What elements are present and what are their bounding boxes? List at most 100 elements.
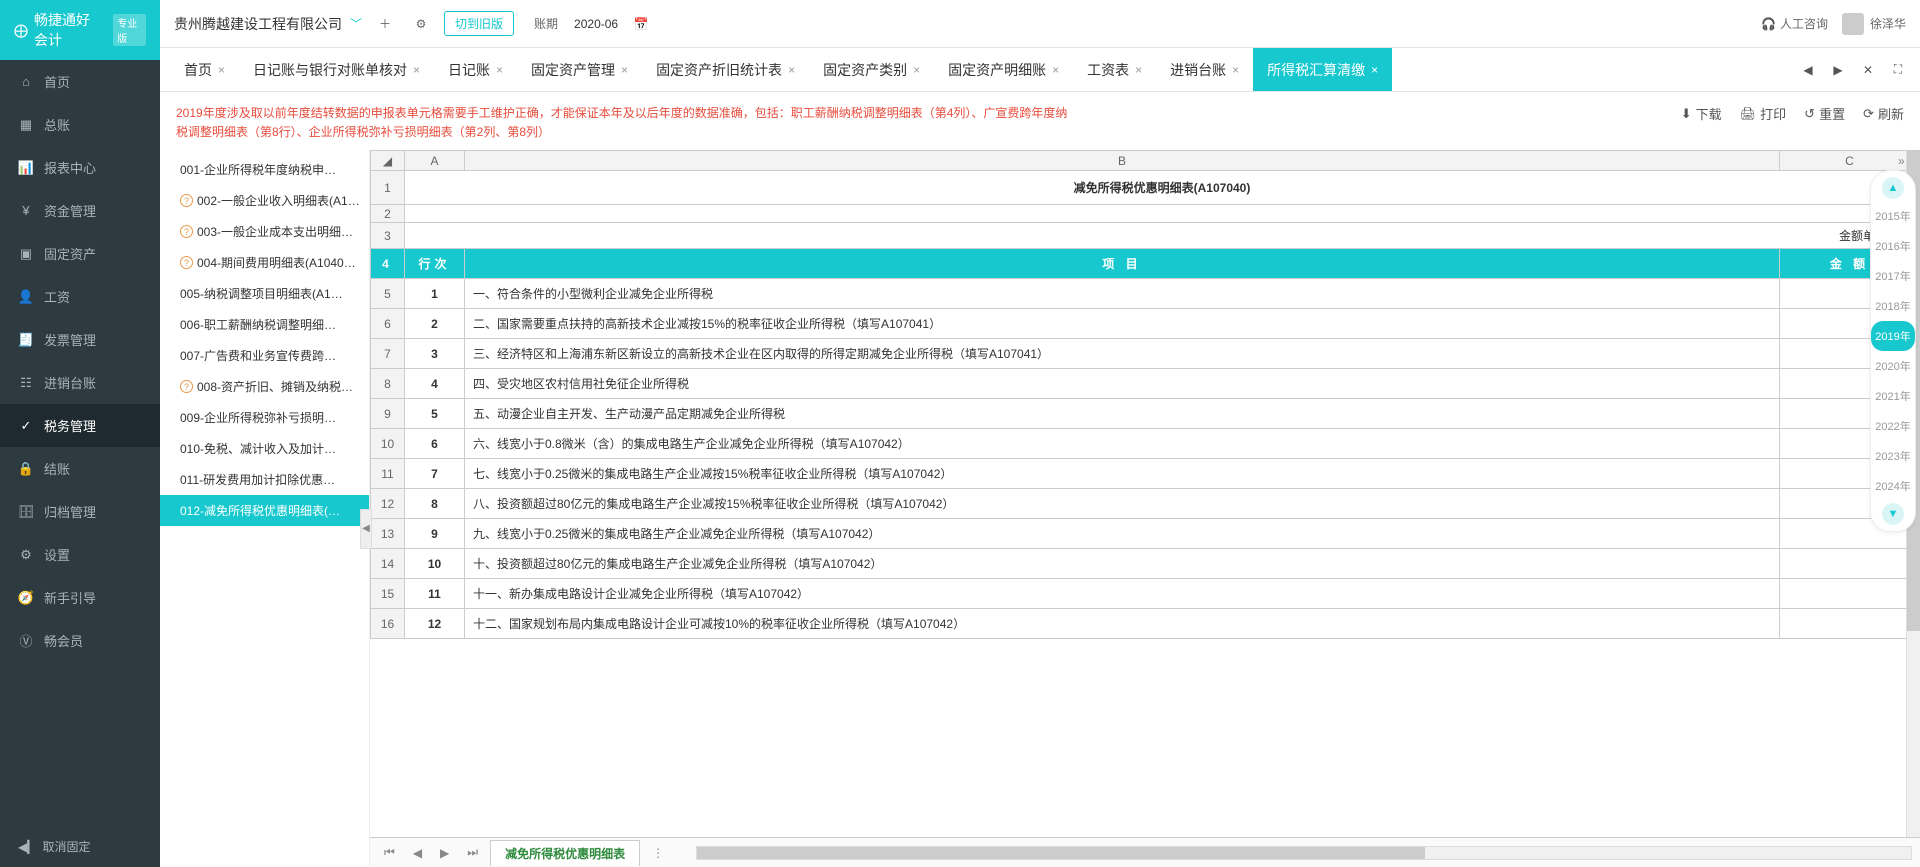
amount-cell[interactable] bbox=[1780, 549, 1920, 579]
year-up-icon[interactable]: ▲ bbox=[1882, 177, 1904, 199]
sidebar-item[interactable]: ▦总账 bbox=[0, 103, 160, 146]
tree-item[interactable]: 012-减免所得税优惠明细表(… bbox=[160, 495, 369, 526]
year-item[interactable]: 2015年 bbox=[1871, 201, 1915, 231]
switch-old-button[interactable]: 切到旧版 bbox=[444, 11, 514, 36]
year-item[interactable]: 2024年 bbox=[1871, 471, 1915, 501]
sheet-first-icon[interactable]: ⏮ bbox=[378, 843, 401, 862]
sidebar-item[interactable]: ☷进销台账 bbox=[0, 361, 160, 404]
sidebar-item[interactable]: 👤工资 bbox=[0, 275, 160, 318]
close-icon[interactable]: × bbox=[788, 63, 795, 77]
sidebar-item[interactable]: 🗄归档管理 bbox=[0, 490, 160, 533]
year-item[interactable]: 2020年 bbox=[1871, 351, 1915, 381]
tab-prev-icon[interactable]: ◀ bbox=[1794, 56, 1822, 84]
tree-item[interactable]: 006-职工薪酬纳税调整明细… bbox=[160, 309, 369, 340]
sidebar-unpin[interactable]: ◀▎ 取消固定 bbox=[0, 826, 160, 867]
tab[interactable]: 固定资产管理× bbox=[517, 48, 642, 91]
row-number-cell[interactable]: 7 bbox=[405, 459, 465, 489]
year-item[interactable]: 2021年 bbox=[1871, 381, 1915, 411]
sidebar-item[interactable]: Ⓥ畅会员 bbox=[0, 619, 160, 662]
year-item[interactable]: 2019年 bbox=[1871, 321, 1915, 351]
sidebar-item[interactable]: ✓税务管理 bbox=[0, 404, 160, 447]
item-cell[interactable]: 七、线宽小于0.25微米的集成电路生产企业减按15%税率征收企业所得税（填写A1… bbox=[465, 459, 1780, 489]
row-header[interactable]: 6 bbox=[371, 309, 405, 339]
row-header[interactable]: 13 bbox=[371, 519, 405, 549]
col-header-b[interactable]: B bbox=[465, 151, 1780, 171]
year-item[interactable]: 2022年 bbox=[1871, 411, 1915, 441]
row-header[interactable]: 3 bbox=[371, 223, 405, 249]
add-icon[interactable]: ＋ bbox=[372, 11, 398, 37]
year-item[interactable]: 2017年 bbox=[1871, 261, 1915, 291]
item-cell[interactable]: 六、线宽小于0.8微米（含）的集成电路生产企业减免企业所得税（填写A107042… bbox=[465, 429, 1780, 459]
row-header[interactable]: 9 bbox=[371, 399, 405, 429]
row-number-cell[interactable]: 12 bbox=[405, 609, 465, 639]
row-number-cell[interactable]: 1 bbox=[405, 279, 465, 309]
tab[interactable]: 固定资产明细账× bbox=[934, 48, 1073, 91]
tab-next-icon[interactable]: ▶ bbox=[1824, 56, 1852, 84]
sidebar-item[interactable]: 📊报表中心 bbox=[0, 146, 160, 189]
reset-button[interactable]: ↺重置 bbox=[1804, 104, 1845, 123]
item-cell[interactable]: 八、投资额超过80亿元的集成电路生产企业减按15%税率征收企业所得税（填写A10… bbox=[465, 489, 1780, 519]
row-number-cell[interactable]: 4 bbox=[405, 369, 465, 399]
user-menu[interactable]: 徐泽华 bbox=[1842, 13, 1906, 35]
tab[interactable]: 日记账与银行对账单核对× bbox=[239, 48, 434, 91]
row-header[interactable]: 12 bbox=[371, 489, 405, 519]
row-number-cell[interactable]: 2 bbox=[405, 309, 465, 339]
row-header[interactable]: 7 bbox=[371, 339, 405, 369]
close-icon[interactable]: × bbox=[913, 63, 920, 77]
tree-item[interactable]: 007-广告费和业务宣传费跨… bbox=[160, 340, 369, 371]
sheet-prev-icon[interactable]: ◀ bbox=[407, 844, 428, 862]
tree-item[interactable]: 009-企业所得税弥补亏损明… bbox=[160, 402, 369, 433]
row-number-cell[interactable]: 9 bbox=[405, 519, 465, 549]
sidebar-item[interactable]: 🧾发票管理 bbox=[0, 318, 160, 361]
sidebar-item[interactable]: 🔒结账 bbox=[0, 447, 160, 490]
select-all-cell[interactable]: ◢ bbox=[371, 151, 405, 171]
sidebar-item[interactable]: ▣固定资产 bbox=[0, 232, 160, 275]
tab[interactable]: 所得税汇算清缴× bbox=[1253, 48, 1392, 91]
item-cell[interactable]: 十、投资额超过80亿元的集成电路生产企业减免企业所得税（填写A107042） bbox=[465, 549, 1780, 579]
sheet-tab[interactable]: 减免所得税优惠明细表 bbox=[490, 840, 640, 866]
item-cell[interactable]: 一、符合条件的小型微利企业减免企业所得税 bbox=[465, 279, 1780, 309]
item-cell[interactable]: 二、国家需要重点扶持的高新技术企业减按15%的税率征收企业所得税（填写A1070… bbox=[465, 309, 1780, 339]
sidebar-item[interactable]: ¥资金管理 bbox=[0, 189, 160, 232]
sheet-expand-icon[interactable]: » bbox=[1898, 154, 1916, 168]
tab[interactable]: 工资表× bbox=[1073, 48, 1156, 91]
tab[interactable]: 首页× bbox=[170, 48, 239, 91]
item-cell[interactable]: 九、线宽小于0.25微米的集成电路生产企业减免企业所得税（填写A107042） bbox=[465, 519, 1780, 549]
close-icon[interactable]: × bbox=[496, 63, 503, 77]
row-header[interactable]: 2 bbox=[371, 205, 405, 223]
row-header[interactable]: 11 bbox=[371, 459, 405, 489]
calendar-icon[interactable]: 📅 bbox=[628, 11, 654, 37]
close-icon[interactable]: × bbox=[621, 63, 628, 77]
row-number-cell[interactable]: 11 bbox=[405, 579, 465, 609]
col-header-a[interactable]: A bbox=[405, 151, 465, 171]
tree-collapse-handle[interactable]: ◀ bbox=[360, 509, 372, 549]
item-cell[interactable]: 五、动漫企业自主开发、生产动漫产品定期减免企业所得税 bbox=[465, 399, 1780, 429]
sheet-next-icon[interactable]: ▶ bbox=[434, 844, 455, 862]
tab-close-all-icon[interactable]: ✕ bbox=[1854, 56, 1882, 84]
year-item[interactable]: 2016年 bbox=[1871, 231, 1915, 261]
refresh-button[interactable]: ⟳刷新 bbox=[1863, 104, 1904, 123]
help-icon[interactable]: ? bbox=[180, 194, 193, 207]
close-icon[interactable]: × bbox=[218, 63, 225, 77]
gear-icon[interactable]: ⚙ bbox=[408, 11, 434, 37]
sheet-last-icon[interactable]: ⏭ bbox=[461, 843, 484, 862]
help-icon[interactable]: ? bbox=[180, 380, 193, 393]
amount-cell[interactable] bbox=[1780, 579, 1920, 609]
sidebar-item[interactable]: 🧭新手引导 bbox=[0, 576, 160, 619]
fullscreen-icon[interactable]: ⛶ bbox=[1884, 56, 1912, 84]
print-button[interactable]: 🖨打印 bbox=[1740, 104, 1787, 123]
row-number-cell[interactable]: 8 bbox=[405, 489, 465, 519]
sidebar-item[interactable]: ⌂首页 bbox=[0, 60, 160, 103]
tree-item[interactable]: ?008-资产折旧、摊销及纳税… bbox=[160, 371, 369, 402]
sidebar-item[interactable]: ⚙设置 bbox=[0, 533, 160, 576]
row-header[interactable]: 8 bbox=[371, 369, 405, 399]
row-header[interactable]: 16 bbox=[371, 609, 405, 639]
tab[interactable]: 日记账× bbox=[434, 48, 517, 91]
item-cell[interactable]: 十一、新办集成电路设计企业减免企业所得税（填写A107042） bbox=[465, 579, 1780, 609]
year-item[interactable]: 2023年 bbox=[1871, 441, 1915, 471]
item-cell[interactable]: 四、受灾地区农村信用社免征企业所得税 bbox=[465, 369, 1780, 399]
period-value[interactable]: 2020-06 bbox=[574, 17, 618, 31]
tree-item[interactable]: ?002-一般企业收入明细表(A1… bbox=[160, 185, 369, 216]
item-cell[interactable]: 三、经济特区和上海浦东新区新设立的高新技术企业在区内取得的所得定期减免企业所得税… bbox=[465, 339, 1780, 369]
tree-item[interactable]: 005-纳税调整项目明细表(A1… bbox=[160, 278, 369, 309]
